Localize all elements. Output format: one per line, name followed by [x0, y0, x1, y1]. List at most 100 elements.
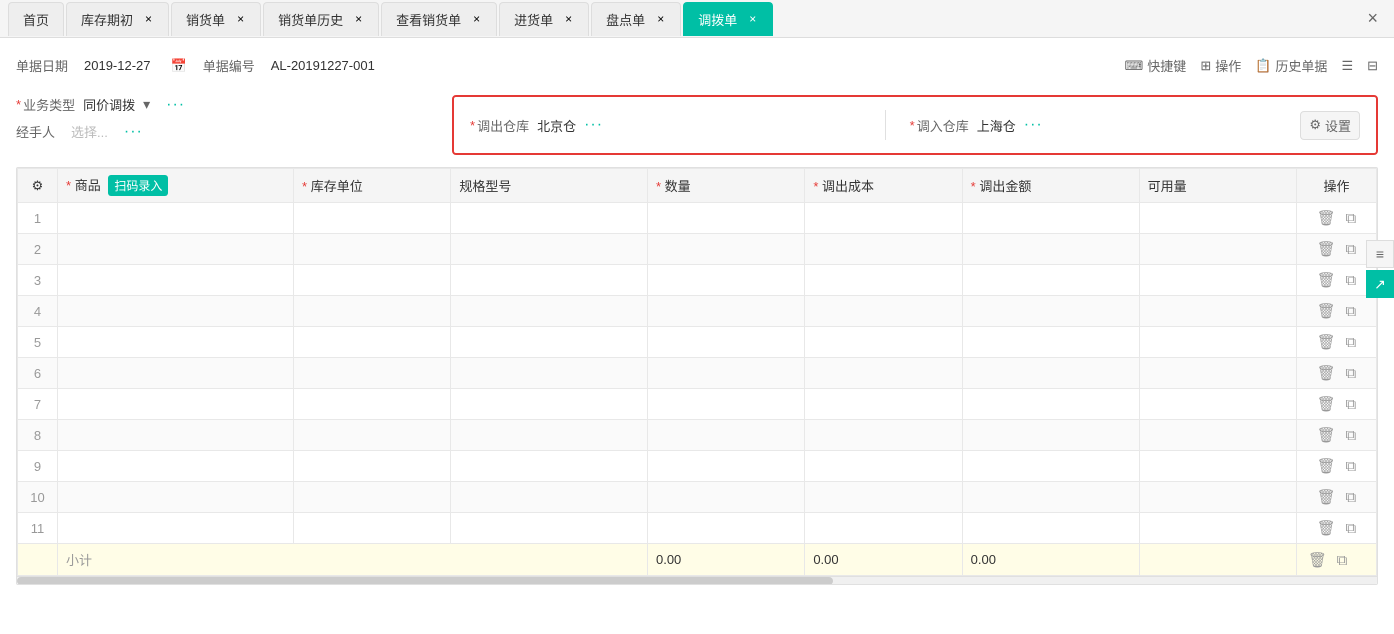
row-amount[interactable] — [962, 327, 1139, 358]
row-item[interactable] — [58, 482, 294, 513]
tab-sales-history[interactable]: 销货单历史 × — [263, 2, 379, 36]
transfer-in-value[interactable]: 上海仓 — [977, 116, 1016, 135]
row-item[interactable] — [58, 327, 294, 358]
warehouse-settings-button[interactable]: ⚙ 设置 — [1300, 111, 1360, 140]
row-qty[interactable] — [647, 296, 804, 327]
row-amount[interactable] — [962, 203, 1139, 234]
row-spec[interactable] — [451, 234, 648, 265]
row-qty[interactable] — [647, 327, 804, 358]
row-qty[interactable] — [647, 389, 804, 420]
date-value[interactable]: 2019-12-27 — [84, 58, 151, 73]
tab-close-view-sales[interactable]: × — [471, 13, 482, 25]
row-unit[interactable] — [294, 327, 451, 358]
row-item[interactable] — [58, 451, 294, 482]
row-cost[interactable] — [805, 513, 962, 544]
row-spec[interactable] — [451, 203, 648, 234]
row-amount[interactable] — [962, 420, 1139, 451]
delete-row-button[interactable]: 🗑 — [1314, 240, 1339, 258]
delete-row-button[interactable]: 🗑 — [1314, 457, 1339, 475]
row-item[interactable] — [58, 389, 294, 420]
row-cost[interactable] — [805, 389, 962, 420]
layout-grid-button[interactable]: ⊟ — [1367, 58, 1378, 74]
delete-row-button[interactable]: 🗑 — [1314, 426, 1339, 444]
row-cost[interactable] — [805, 358, 962, 389]
row-item[interactable] — [58, 203, 294, 234]
transfer-out-value[interactable]: 北京仓 — [537, 116, 576, 135]
row-unit[interactable] — [294, 420, 451, 451]
layout-list-button[interactable]: ☰ — [1341, 58, 1353, 74]
row-spec[interactable] — [451, 420, 648, 451]
row-cost[interactable] — [805, 234, 962, 265]
row-amount[interactable] — [962, 358, 1139, 389]
row-spec[interactable] — [451, 358, 648, 389]
row-cost[interactable] — [805, 420, 962, 451]
tab-close-sales-history[interactable]: × — [353, 13, 364, 25]
row-amount[interactable] — [962, 451, 1139, 482]
transfer-in-more[interactable]: ··· — [1024, 116, 1043, 134]
tab-transfer[interactable]: 调拨单 × — [683, 2, 773, 36]
row-item[interactable] — [58, 296, 294, 327]
tab-close-transfer[interactable]: × — [747, 13, 758, 25]
window-close-button[interactable]: × — [1359, 8, 1386, 29]
tab-sales-order[interactable]: 销货单 × — [171, 2, 261, 36]
right-float-list-button[interactable]: ≡ — [1366, 240, 1394, 268]
row-cost[interactable] — [805, 451, 962, 482]
row-amount[interactable] — [962, 513, 1139, 544]
row-unit[interactable] — [294, 203, 451, 234]
calendar-icon[interactable]: 📅 — [171, 58, 187, 74]
tab-inventory-init[interactable]: 库存期初 × — [66, 2, 169, 36]
row-spec[interactable] — [451, 327, 648, 358]
copy-row-button[interactable]: ⧉ — [1342, 241, 1359, 258]
delete-row-button[interactable]: 🗑 — [1314, 488, 1339, 506]
row-unit[interactable] — [294, 482, 451, 513]
transfer-out-more[interactable]: ··· — [584, 116, 603, 134]
copy-row-button[interactable]: ⧉ — [1342, 365, 1359, 382]
row-cost[interactable] — [805, 203, 962, 234]
tab-close-purchase[interactable]: × — [563, 13, 574, 25]
row-qty[interactable] — [647, 234, 804, 265]
row-item[interactable] — [58, 420, 294, 451]
tab-close-inventory-check[interactable]: × — [655, 13, 666, 25]
row-unit[interactable] — [294, 234, 451, 265]
row-cost[interactable] — [805, 296, 962, 327]
right-float-expand-button[interactable]: ↗ — [1366, 270, 1394, 298]
row-qty[interactable] — [647, 203, 804, 234]
delete-row-button[interactable]: 🗑 — [1314, 302, 1339, 320]
row-unit[interactable] — [294, 265, 451, 296]
row-item[interactable] — [58, 265, 294, 296]
row-amount[interactable] — [962, 265, 1139, 296]
row-item[interactable] — [58, 513, 294, 544]
tab-close-sales-order[interactable]: × — [235, 13, 246, 25]
row-unit[interactable] — [294, 513, 451, 544]
copy-row-button[interactable]: ⧉ — [1342, 334, 1359, 351]
copy-row-button[interactable]: ⧉ — [1342, 489, 1359, 506]
scan-entry-button[interactable]: 扫码录入 — [108, 175, 168, 196]
row-qty[interactable] — [647, 482, 804, 513]
row-spec[interactable] — [451, 451, 648, 482]
copy-row-button[interactable]: ⧉ — [1342, 520, 1359, 537]
row-qty[interactable] — [647, 358, 804, 389]
handler-placeholder[interactable]: 选择... — [71, 122, 108, 141]
delete-row-button[interactable]: 🗑 — [1314, 395, 1339, 413]
delete-row-button[interactable]: 🗑 — [1314, 364, 1339, 382]
row-amount[interactable] — [962, 482, 1139, 513]
subtotal-delete-button[interactable]: 🗑 — [1305, 551, 1330, 569]
row-unit[interactable] — [294, 358, 451, 389]
row-unit[interactable] — [294, 389, 451, 420]
row-cost[interactable] — [805, 482, 962, 513]
copy-row-button[interactable]: ⧉ — [1342, 396, 1359, 413]
row-unit[interactable] — [294, 451, 451, 482]
operation-button[interactable]: ⊞ 操作 — [1200, 56, 1241, 75]
row-spec[interactable] — [451, 389, 648, 420]
tab-purchase[interactable]: 进货单 × — [499, 2, 589, 36]
col-settings-header[interactable]: ⚙ — [18, 169, 58, 203]
copy-row-button[interactable]: ⧉ — [1342, 272, 1359, 289]
row-item[interactable] — [58, 234, 294, 265]
row-qty[interactable] — [647, 451, 804, 482]
delete-row-button[interactable]: 🗑 — [1314, 209, 1339, 227]
history-records-button[interactable]: 📋 历史单据 — [1255, 56, 1327, 75]
handler-more[interactable]: ··· — [124, 123, 143, 141]
delete-row-button[interactable]: 🗑 — [1314, 271, 1339, 289]
delete-row-button[interactable]: 🗑 — [1314, 519, 1339, 537]
tab-close-inventory-init[interactable]: × — [143, 13, 154, 25]
